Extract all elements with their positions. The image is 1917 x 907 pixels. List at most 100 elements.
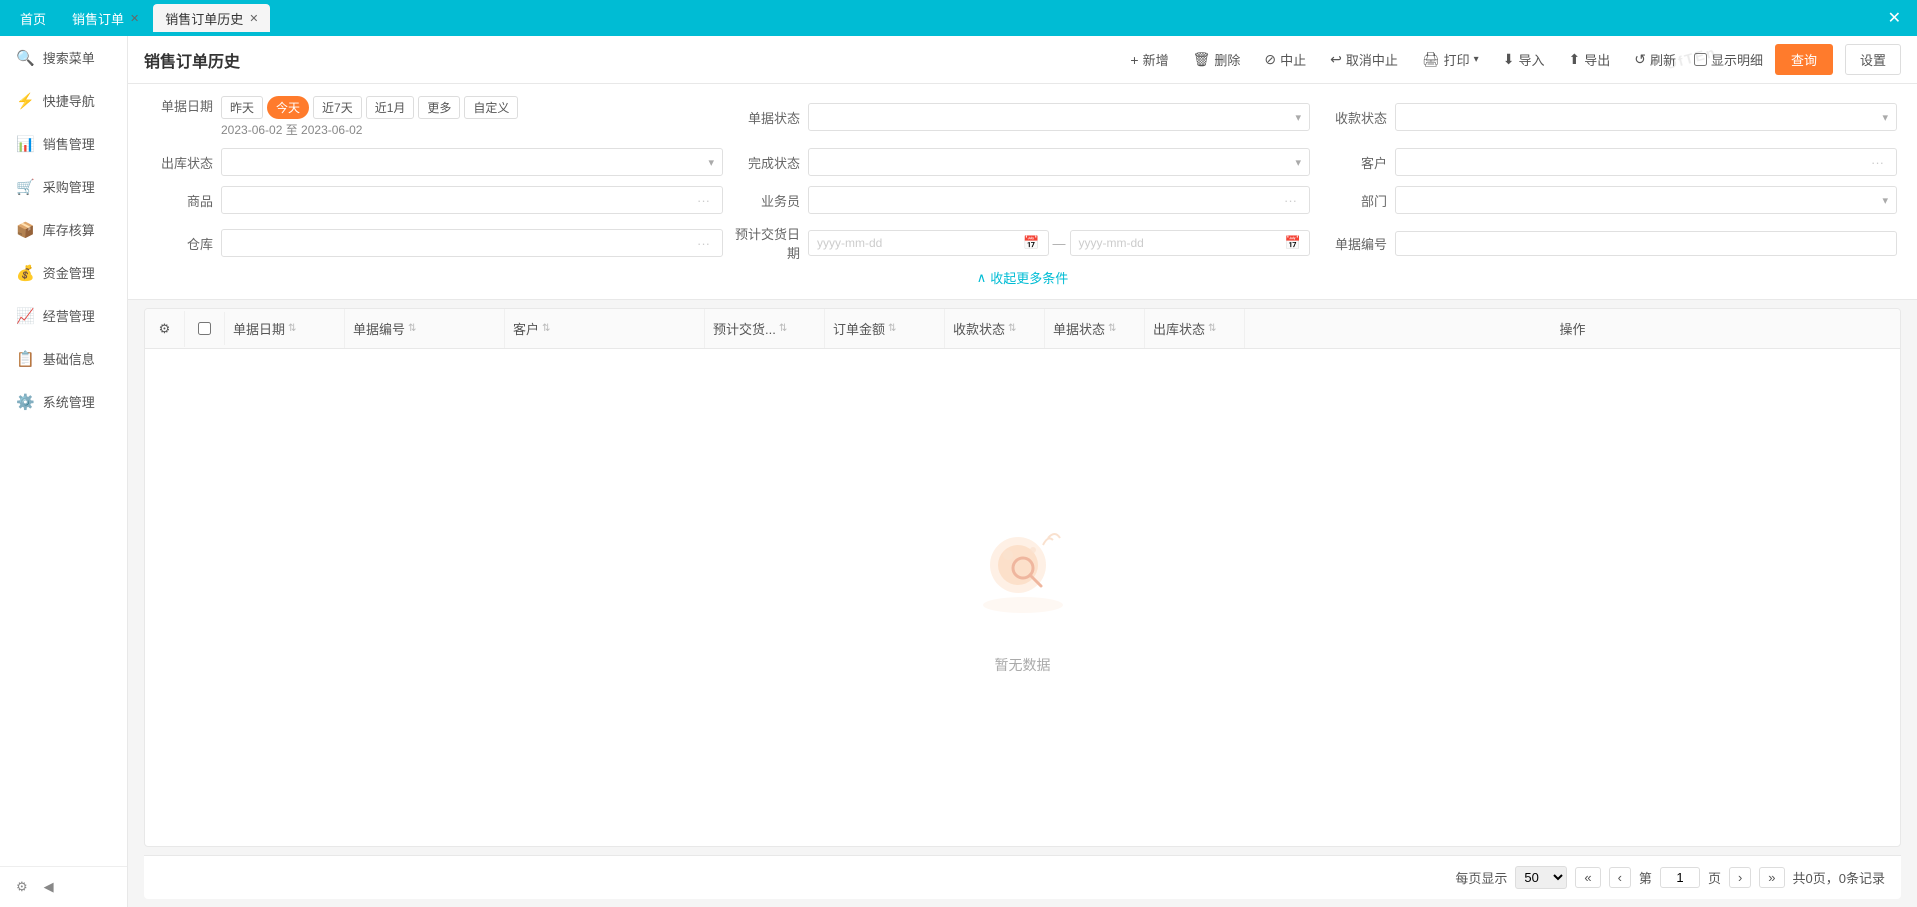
customer-dots-icon[interactable]: ··· [1867, 155, 1888, 170]
tab-sales-order[interactable]: 销售订单 ✕ [60, 4, 151, 32]
delete-button[interactable]: 🗑 删除 [1187, 46, 1247, 73]
print-label: 打印 [1444, 50, 1470, 69]
complete-status-select[interactable]: ▾ [808, 148, 1310, 176]
goods-input[interactable]: ··· [221, 186, 723, 214]
th-order-status[interactable]: 单据状态 ⇅ [1045, 309, 1145, 348]
customer-input[interactable]: ··· [1395, 148, 1897, 176]
date-quick-yesterday[interactable]: 昨天 [221, 96, 263, 119]
date-range-display: 2023-06-02 至 2023-06-02 [221, 121, 723, 138]
th-customer[interactable]: 客户 ⇅ [505, 309, 705, 348]
import-button[interactable]: ⬇ 导入 [1497, 46, 1551, 73]
th-delivery[interactable]: 预计交货... ⇅ [705, 309, 825, 348]
payment-status-arrow-icon: ▾ [1882, 111, 1888, 124]
new-button[interactable]: + 新增 [1124, 46, 1174, 73]
sidebar-item-search-menu[interactable]: 🔍 搜索菜单 [0, 36, 127, 79]
last-page-button[interactable]: » [1759, 867, 1784, 888]
delivery-date-start[interactable]: yyyy-mm-dd 📅 [808, 230, 1049, 256]
th-customer-sort-icon: ⇅ [542, 323, 550, 334]
collapse-filters[interactable]: ∧ 收起更多条件 [148, 268, 1897, 287]
stop-button[interactable]: ⊘ 中止 [1258, 46, 1312, 73]
settings-button[interactable]: 设置 [1845, 44, 1901, 75]
display-detail-checkbox-label[interactable]: 显示明细 [1694, 50, 1763, 69]
prev-page-button[interactable]: ‹ [1609, 867, 1631, 888]
new-icon: + [1130, 52, 1138, 68]
dept-select[interactable]: ▾ [1395, 186, 1897, 214]
sidebar-item-quick-nav[interactable]: ⚡ 快捷导航 [0, 79, 127, 122]
th-order-status-label: 单据状态 [1053, 319, 1105, 338]
payment-status-select[interactable]: ▾ [1395, 103, 1897, 131]
collapse-sidebar-icon[interactable]: ◀ [44, 879, 54, 895]
select-all-checkbox[interactable] [198, 322, 211, 335]
sidebar-item-operations[interactable]: 📈 经营管理 [0, 294, 127, 337]
th-amount[interactable]: 订单金额 ⇅ [825, 309, 945, 348]
page-label: 第 [1639, 868, 1652, 887]
empty-illustration [963, 520, 1083, 639]
th-settings[interactable]: ⚙ [145, 311, 185, 347]
doc-number-input[interactable] [1395, 231, 1897, 256]
out-status-select[interactable]: ▾ [221, 148, 723, 176]
display-detail-checkbox[interactable] [1694, 53, 1707, 66]
tab-sales-history[interactable]: 销售订单历史 ✕ [153, 4, 270, 32]
per-page-select[interactable]: 50 10 20 100 [1515, 866, 1567, 889]
refresh-label: 刷新 [1650, 50, 1676, 69]
warehouse-input[interactable]: ··· [221, 229, 723, 257]
window-close-button[interactable]: ✕ [1880, 4, 1909, 32]
export-icon: ⬆ [1568, 51, 1580, 68]
pagination: 每页显示 50 10 20 100 « ‹ 第 页 › » 共0页，0条记录 [144, 855, 1901, 899]
tab-home[interactable]: 首页 [8, 4, 58, 32]
tab-sales-history-close[interactable]: ✕ [249, 12, 258, 25]
sidebar-item-basic-info[interactable]: 📋 基础信息 [0, 337, 127, 380]
next-page-button[interactable]: › [1729, 867, 1751, 888]
th-date[interactable]: 单据日期 ⇅ [225, 309, 345, 348]
warehouse-dots-icon[interactable]: ··· [693, 236, 714, 251]
salesperson-dots-icon[interactable]: ··· [1280, 193, 1301, 208]
main-content: 销售订单历史 + 新增 🗑 删除 ⊘ 中止 ↩ 取消中止 🖨 打印 ▾ [128, 36, 1917, 907]
th-delivery-label: 预计交货... [713, 319, 776, 338]
purchase-mgmt-icon: 🛒 [16, 178, 35, 196]
sidebar-item-inventory[interactable]: 📦 库存核算 [0, 208, 127, 251]
date-quick-7days[interactable]: 近7天 [313, 96, 362, 119]
date-quick-custom[interactable]: 自定义 [464, 96, 518, 119]
out-status-arrow-icon: ▾ [708, 156, 714, 169]
filter-row-4: 仓库 ··· 预计交货日期 yyyy-mm-dd 📅 — [148, 224, 1897, 262]
print-button[interactable]: 🖨 打印 ▾ [1416, 46, 1485, 73]
calendar-start-icon: 📅 [1023, 235, 1039, 251]
tab-sales-order-close[interactable]: ✕ [130, 12, 139, 25]
settings-icon[interactable]: ⚙ [16, 879, 28, 895]
filter-date: 单据日期 昨天 今天 近7天 近1月 更多 自定义 2023-06-02 至 2… [148, 96, 723, 138]
sidebar-item-system-mgmt[interactable]: ⚙️ 系统管理 [0, 380, 127, 423]
cancel-stop-button[interactable]: ↩ 取消中止 [1324, 46, 1404, 73]
refresh-button[interactable]: ↺ 刷新 [1628, 46, 1682, 73]
date-quick-1month[interactable]: 近1月 [366, 96, 415, 119]
th-payment-status-label: 收款状态 [953, 319, 1005, 338]
goods-dots-icon[interactable]: ··· [693, 193, 714, 208]
export-button[interactable]: ⬆ 导出 [1562, 46, 1616, 73]
th-checkbox[interactable] [185, 312, 225, 345]
sidebar-item-sales-mgmt-label: 销售管理 [43, 134, 95, 153]
sidebar-item-inventory-label: 库存核算 [43, 220, 95, 239]
delete-label: 删除 [1214, 50, 1240, 69]
filter-payment-status: 收款状态 ▾ [1322, 96, 1897, 138]
order-status-select[interactable]: ▾ [808, 103, 1310, 131]
salesperson-input[interactable]: ··· [808, 186, 1310, 214]
th-out-status[interactable]: 出库状态 ⇅ [1145, 309, 1245, 348]
sidebar-item-finance[interactable]: 💰 资金管理 [0, 251, 127, 294]
th-payment-status[interactable]: 收款状态 ⇅ [945, 309, 1045, 348]
sidebar-item-purchase-mgmt[interactable]: 🛒 采购管理 [0, 165, 127, 208]
query-button[interactable]: 查询 [1775, 44, 1833, 75]
date-quick-more[interactable]: 更多 [418, 96, 460, 119]
th-number[interactable]: 单据编号 ⇅ [345, 309, 505, 348]
filter-doc-number: 单据编号 [1322, 224, 1897, 262]
inventory-icon: 📦 [16, 221, 35, 239]
goods-label: 商品 [148, 191, 213, 210]
date-quick-today[interactable]: 今天 [267, 96, 309, 119]
page-number-input[interactable] [1660, 867, 1700, 888]
first-page-button[interactable]: « [1575, 867, 1600, 888]
table-area: ⚙ 单据日期 ⇅ 单据编号 ⇅ 客户 ⇅ 预计交货... [144, 308, 1901, 847]
per-page-label: 每页显示 [1455, 868, 1507, 887]
sidebar-item-sales-mgmt[interactable]: 📊 销售管理 [0, 122, 127, 165]
payment-status-label: 收款状态 [1322, 108, 1387, 127]
sidebar-item-search-menu-label: 搜索菜单 [43, 48, 95, 67]
delivery-date-end[interactable]: yyyy-mm-dd 📅 [1070, 230, 1311, 256]
print-icon: 🖨 [1422, 51, 1440, 68]
